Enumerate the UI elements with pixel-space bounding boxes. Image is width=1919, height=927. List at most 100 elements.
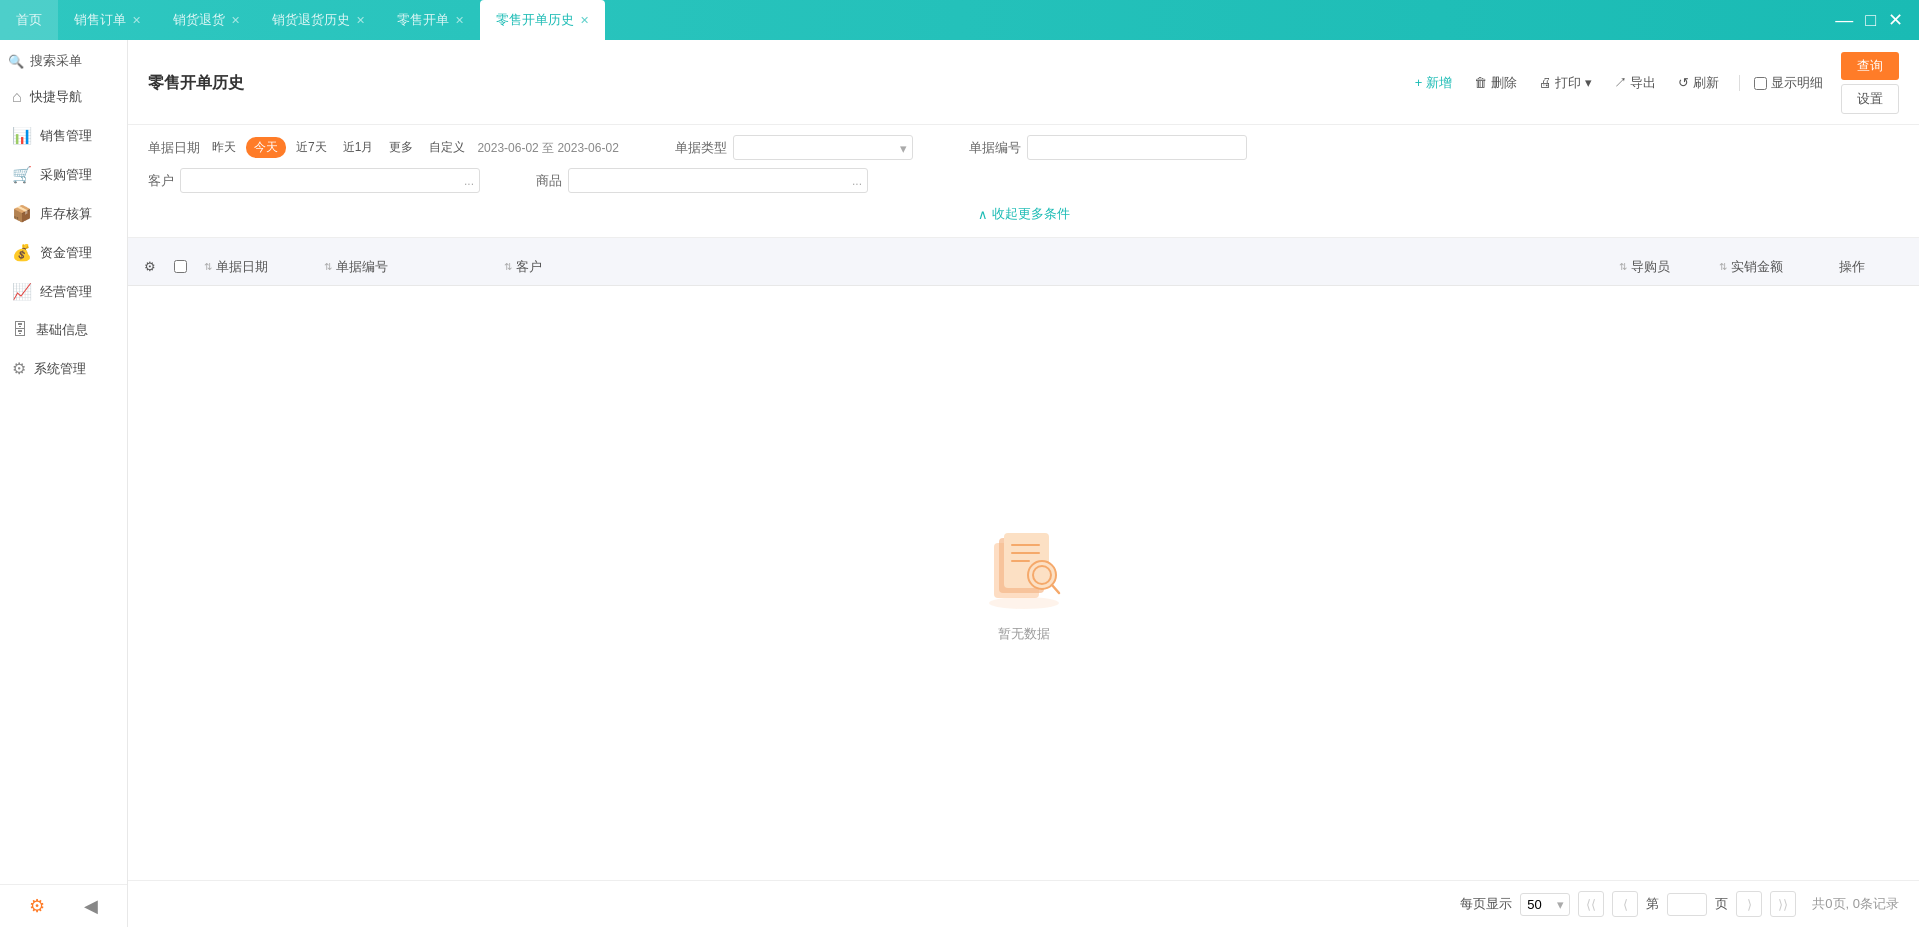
tab-retail-order[interactable]: 零售开单 ✕	[381, 0, 480, 40]
sort-amount-icon: ⇅	[1719, 261, 1727, 272]
bill-type-label: 单据类型	[675, 139, 727, 157]
collapse-filter-btn[interactable]: ∧ 收起更多条件	[148, 201, 1899, 227]
tab-sales-order-close[interactable]: ✕	[132, 14, 141, 27]
tab-sales-return-label: 销货退货	[173, 11, 225, 29]
refresh-button[interactable]: ↺ 刷新	[1672, 70, 1725, 96]
print-button[interactable]: 🖨 打印 ▾	[1533, 70, 1598, 96]
sidebar-item-purchase-label: 采购管理	[40, 166, 92, 184]
sidebar-item-purchase[interactable]: 🛒 采购管理	[0, 155, 127, 194]
action-buttons: 查询 设置	[1841, 52, 1899, 114]
export-button[interactable]: ↗ 导出	[1608, 70, 1663, 96]
sidebar-item-basic-info[interactable]: 🗄 基础信息	[0, 311, 127, 349]
filter-row-2: 客户 ... 商品 ...	[148, 168, 1899, 193]
th-customer[interactable]: ⇅ 客户	[496, 258, 1611, 276]
date-btn-7days[interactable]: 近7天	[290, 137, 333, 158]
sidebar-item-sales[interactable]: 📊 销售管理	[0, 116, 127, 155]
sidebar: 🔍 搜索采单 ⌂ 快捷导航 📊 销售管理 🛒 采购管理 📦 库存核算 💰 资金管…	[0, 40, 128, 927]
goods-more-btn[interactable]: ...	[852, 174, 862, 188]
th-date[interactable]: ⇅ 单据日期	[196, 258, 316, 276]
customer-filter: 客户 ...	[148, 168, 480, 193]
maximize-btn[interactable]: □	[1865, 10, 1876, 31]
show-detail-checkbox[interactable]: 显示明细	[1754, 74, 1823, 92]
sidebar-item-system[interactable]: ⚙ 系统管理	[0, 349, 127, 388]
main-layout: 🔍 搜索采单 ⌂ 快捷导航 📊 销售管理 🛒 采购管理 📦 库存核算 💰 资金管…	[0, 40, 1919, 927]
th-amount[interactable]: ⇅ 实销金额	[1711, 258, 1831, 276]
customer-more-btn[interactable]: ...	[464, 174, 474, 188]
svg-point-0	[989, 597, 1059, 609]
tab-sales-return-history[interactable]: 销货退货历史 ✕	[256, 0, 381, 40]
th-billno[interactable]: ⇅ 单据编号	[316, 258, 496, 276]
collapse-sidebar-icon[interactable]: ◀	[84, 895, 98, 917]
show-detail-input[interactable]	[1754, 77, 1767, 90]
th-amount-label: 实销金额	[1731, 258, 1783, 276]
select-all-checkbox[interactable]	[174, 260, 187, 273]
sidebar-search[interactable]: 🔍 搜索采单	[0, 40, 127, 78]
sidebar-item-basic-info-label: 基础信息	[36, 321, 88, 339]
tab-sales-return-history-close[interactable]: ✕	[356, 14, 365, 27]
customer-input-wrapper: ...	[180, 168, 480, 193]
date-btn-more[interactable]: 更多	[383, 137, 419, 158]
sidebar-item-business[interactable]: 📈 经营管理	[0, 272, 127, 311]
th-settings[interactable]: ⚙	[136, 259, 166, 274]
sort-billno-icon: ⇅	[324, 261, 332, 272]
tab-sales-return-close[interactable]: ✕	[231, 14, 240, 27]
sort-date-icon: ⇅	[204, 261, 212, 272]
page-header: 零售开单历史 + 新增 🗑 删除 🖨 打印 ▾ ↗ 导出 ↺ 刷新 显示明细 查…	[128, 40, 1919, 125]
th-check[interactable]	[166, 260, 196, 273]
sidebar-item-nav[interactable]: ⌂ 快捷导航	[0, 78, 127, 116]
toolbar-divider	[1739, 75, 1740, 91]
page-label: 第	[1646, 895, 1659, 913]
sidebar-item-inventory[interactable]: 📦 库存核算	[0, 194, 127, 233]
tab-retail-order-close[interactable]: ✕	[455, 14, 464, 27]
empty-text: 暂无数据	[998, 625, 1050, 643]
page-number-input[interactable]: 1	[1667, 893, 1707, 916]
empty-state: 暂无数据	[128, 286, 1919, 880]
content-area: 零售开单历史 + 新增 🗑 删除 🖨 打印 ▾ ↗ 导出 ↺ 刷新 显示明细 查…	[128, 40, 1919, 927]
query-button[interactable]: 查询	[1841, 52, 1899, 80]
date-label: 单据日期	[148, 139, 200, 157]
tab-retail-order-label: 零售开单	[397, 11, 449, 29]
tab-sales-return-history-label: 销货退货历史	[272, 11, 350, 29]
bill-type-select[interactable]	[733, 135, 913, 160]
date-btn-yesterday[interactable]: 昨天	[206, 137, 242, 158]
goods-filter: 商品 ...	[536, 168, 868, 193]
bill-no-input[interactable]	[1027, 135, 1247, 160]
empty-illustration	[974, 523, 1074, 613]
pagination: 每页显示 20 50 100 200 ⟨⟨ ⟨ 第 1 页 ⟩ ⟩⟩ 共0页, …	[128, 880, 1919, 927]
settings-button[interactable]: 设置	[1841, 84, 1899, 114]
goods-input[interactable]	[568, 168, 868, 193]
show-detail-label: 显示明细	[1771, 74, 1823, 92]
prev-page-btn[interactable]: ⟨	[1612, 891, 1638, 917]
customer-input[interactable]	[180, 168, 480, 193]
tab-retail-order-history-label: 零售开单历史	[496, 11, 574, 29]
first-page-btn[interactable]: ⟨⟨	[1578, 891, 1604, 917]
sidebar-item-finance[interactable]: 💰 资金管理	[0, 233, 127, 272]
tab-sales-return[interactable]: 销货退货 ✕	[157, 0, 256, 40]
tab-home[interactable]: 首页	[0, 0, 58, 40]
table-container: ⚙ ⇅ 单据日期 ⇅ 单据编号 ⇅ 客户 ⇅	[128, 248, 1919, 927]
settings-bottom-icon[interactable]: ⚙	[29, 895, 45, 917]
th-salesman[interactable]: ⇅ 导购员	[1611, 258, 1711, 276]
tab-retail-order-history-close[interactable]: ✕	[580, 14, 589, 27]
th-salesman-label: 导购员	[1631, 258, 1670, 276]
window-close-btn[interactable]: ✕	[1888, 9, 1903, 31]
page-title: 零售开单历史	[148, 73, 244, 94]
date-btn-custom[interactable]: 自定义	[423, 137, 471, 158]
last-page-btn[interactable]: ⟩⟩	[1770, 891, 1796, 917]
add-button[interactable]: + 新增	[1409, 70, 1458, 96]
delete-button[interactable]: 🗑 删除	[1468, 70, 1523, 96]
svg-line-9	[1052, 585, 1059, 593]
minimize-btn[interactable]: —	[1835, 10, 1853, 31]
sort-customer-icon: ⇅	[504, 261, 512, 272]
th-billno-label: 单据编号	[336, 258, 388, 276]
next-page-btn[interactable]: ⟩	[1736, 891, 1762, 917]
date-btn-today[interactable]: 今天	[246, 137, 286, 158]
tab-bar: 首页 销售订单 ✕ 销货退货 ✕ 销货退货历史 ✕ 零售开单 ✕ 零售开单历史 …	[0, 0, 1819, 40]
tab-sales-order[interactable]: 销售订单 ✕	[58, 0, 157, 40]
nav-icon: ⌂	[12, 88, 22, 106]
date-btn-1month[interactable]: 近1月	[337, 137, 380, 158]
collapse-arrow-icon: ∧	[978, 207, 988, 222]
tab-retail-order-history[interactable]: 零售开单历史 ✕	[480, 0, 605, 40]
per-page-select[interactable]: 20 50 100 200	[1520, 893, 1570, 916]
bill-no-label: 单据编号	[969, 139, 1021, 157]
